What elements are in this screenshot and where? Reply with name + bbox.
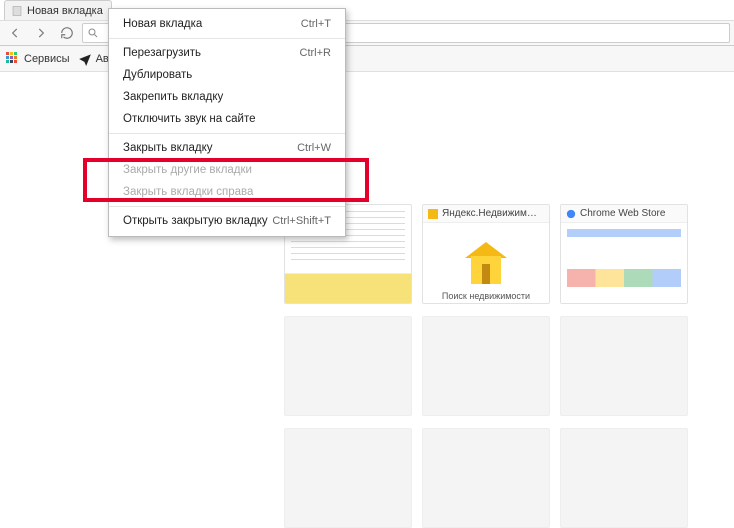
- menu-separator: [109, 133, 345, 134]
- tile-placeholder[interactable]: [284, 428, 412, 528]
- apps-label: Сервисы: [24, 53, 70, 65]
- menu-separator: [109, 38, 345, 39]
- search-icon: [87, 27, 99, 39]
- menu-label: Закрыть вкладки справа: [123, 186, 253, 198]
- tile-placeholder[interactable]: [422, 316, 550, 416]
- menu-separator: [109, 206, 345, 207]
- tile-placeholder[interactable]: [560, 316, 688, 416]
- plane-icon: [78, 52, 92, 66]
- back-button[interactable]: [4, 22, 26, 44]
- tile-placeholder[interactable]: [422, 428, 550, 528]
- menu-reopen-closed[interactable]: Открыть закрытую вкладку Ctrl+Shift+T: [109, 210, 345, 232]
- menu-label: Закрыть вкладку: [123, 142, 212, 154]
- menu-close-right: Закрыть вкладки справа: [109, 181, 345, 203]
- tile-header: Chrome Web Store: [561, 205, 687, 223]
- menu-shortcut: Ctrl+W: [297, 142, 331, 154]
- reload-button[interactable]: [56, 22, 78, 44]
- menu-reload[interactable]: Перезагрузить Ctrl+R: [109, 42, 345, 64]
- menu-shortcut: Ctrl+T: [301, 18, 331, 30]
- menu-duplicate[interactable]: Дублировать: [109, 64, 345, 86]
- menu-new-tab[interactable]: Новая вкладка Ctrl+T: [109, 13, 345, 35]
- forward-button[interactable]: [30, 22, 52, 44]
- tile-header: Яндекс.Недвижим…: [423, 205, 549, 223]
- browser-tab[interactable]: Новая вкладка: [4, 0, 112, 20]
- menu-shortcut: Ctrl+R: [300, 47, 331, 59]
- tile-caption: Поиск недвижимости: [423, 291, 549, 301]
- menu-label: Дублировать: [123, 69, 192, 81]
- tab-title: Новая вкладка: [27, 5, 103, 17]
- tile-placeholder[interactable]: [560, 428, 688, 528]
- menu-label: Отключить звук на сайте: [123, 113, 255, 125]
- tile-placeholder[interactable]: [284, 316, 412, 416]
- tile-title: Chrome Web Store: [580, 208, 665, 219]
- menu-close-others: Закрыть другие вкладки: [109, 159, 345, 181]
- favicon: [428, 209, 438, 219]
- menu-pin[interactable]: Закрепить вкладку: [109, 86, 345, 108]
- tile-thumbnail: Поиск недвижимости: [423, 223, 549, 303]
- tile-yandex-realty[interactable]: Яндекс.Недвижим… Поиск недвижимости: [422, 204, 550, 304]
- menu-label: Новая вкладка: [123, 18, 202, 30]
- tile-title: Яндекс.Недвижим…: [442, 208, 537, 219]
- speed-dial-grid: Яндекс.Недвижим… Поиск недвижимости Chro…: [284, 204, 688, 528]
- favicon: [566, 209, 576, 219]
- tile-chrome-web-store[interactable]: Chrome Web Store: [560, 204, 688, 304]
- tab-context-menu: Новая вкладкаCtrl+T ПерезагрузитьCtrl+R …: [108, 8, 346, 237]
- menu-mute[interactable]: Отключить звук на сайте: [109, 108, 345, 130]
- menu-label: Закрепить вкладку: [123, 91, 223, 103]
- apps-icon: [6, 52, 20, 66]
- menu-label: Перезагрузить: [123, 47, 201, 59]
- menu-shortcut: Ctrl+Shift+T: [272, 215, 331, 227]
- menu-label: Открыть закрытую вкладку: [123, 215, 268, 227]
- page-icon: [11, 5, 23, 17]
- tile-thumbnail: [561, 223, 687, 303]
- apps-shortcut[interactable]: Сервисы: [6, 52, 70, 66]
- menu-close-tab[interactable]: Закрыть вкладку Ctrl+W: [109, 137, 345, 159]
- menu-label: Закрыть другие вкладки: [123, 164, 252, 176]
